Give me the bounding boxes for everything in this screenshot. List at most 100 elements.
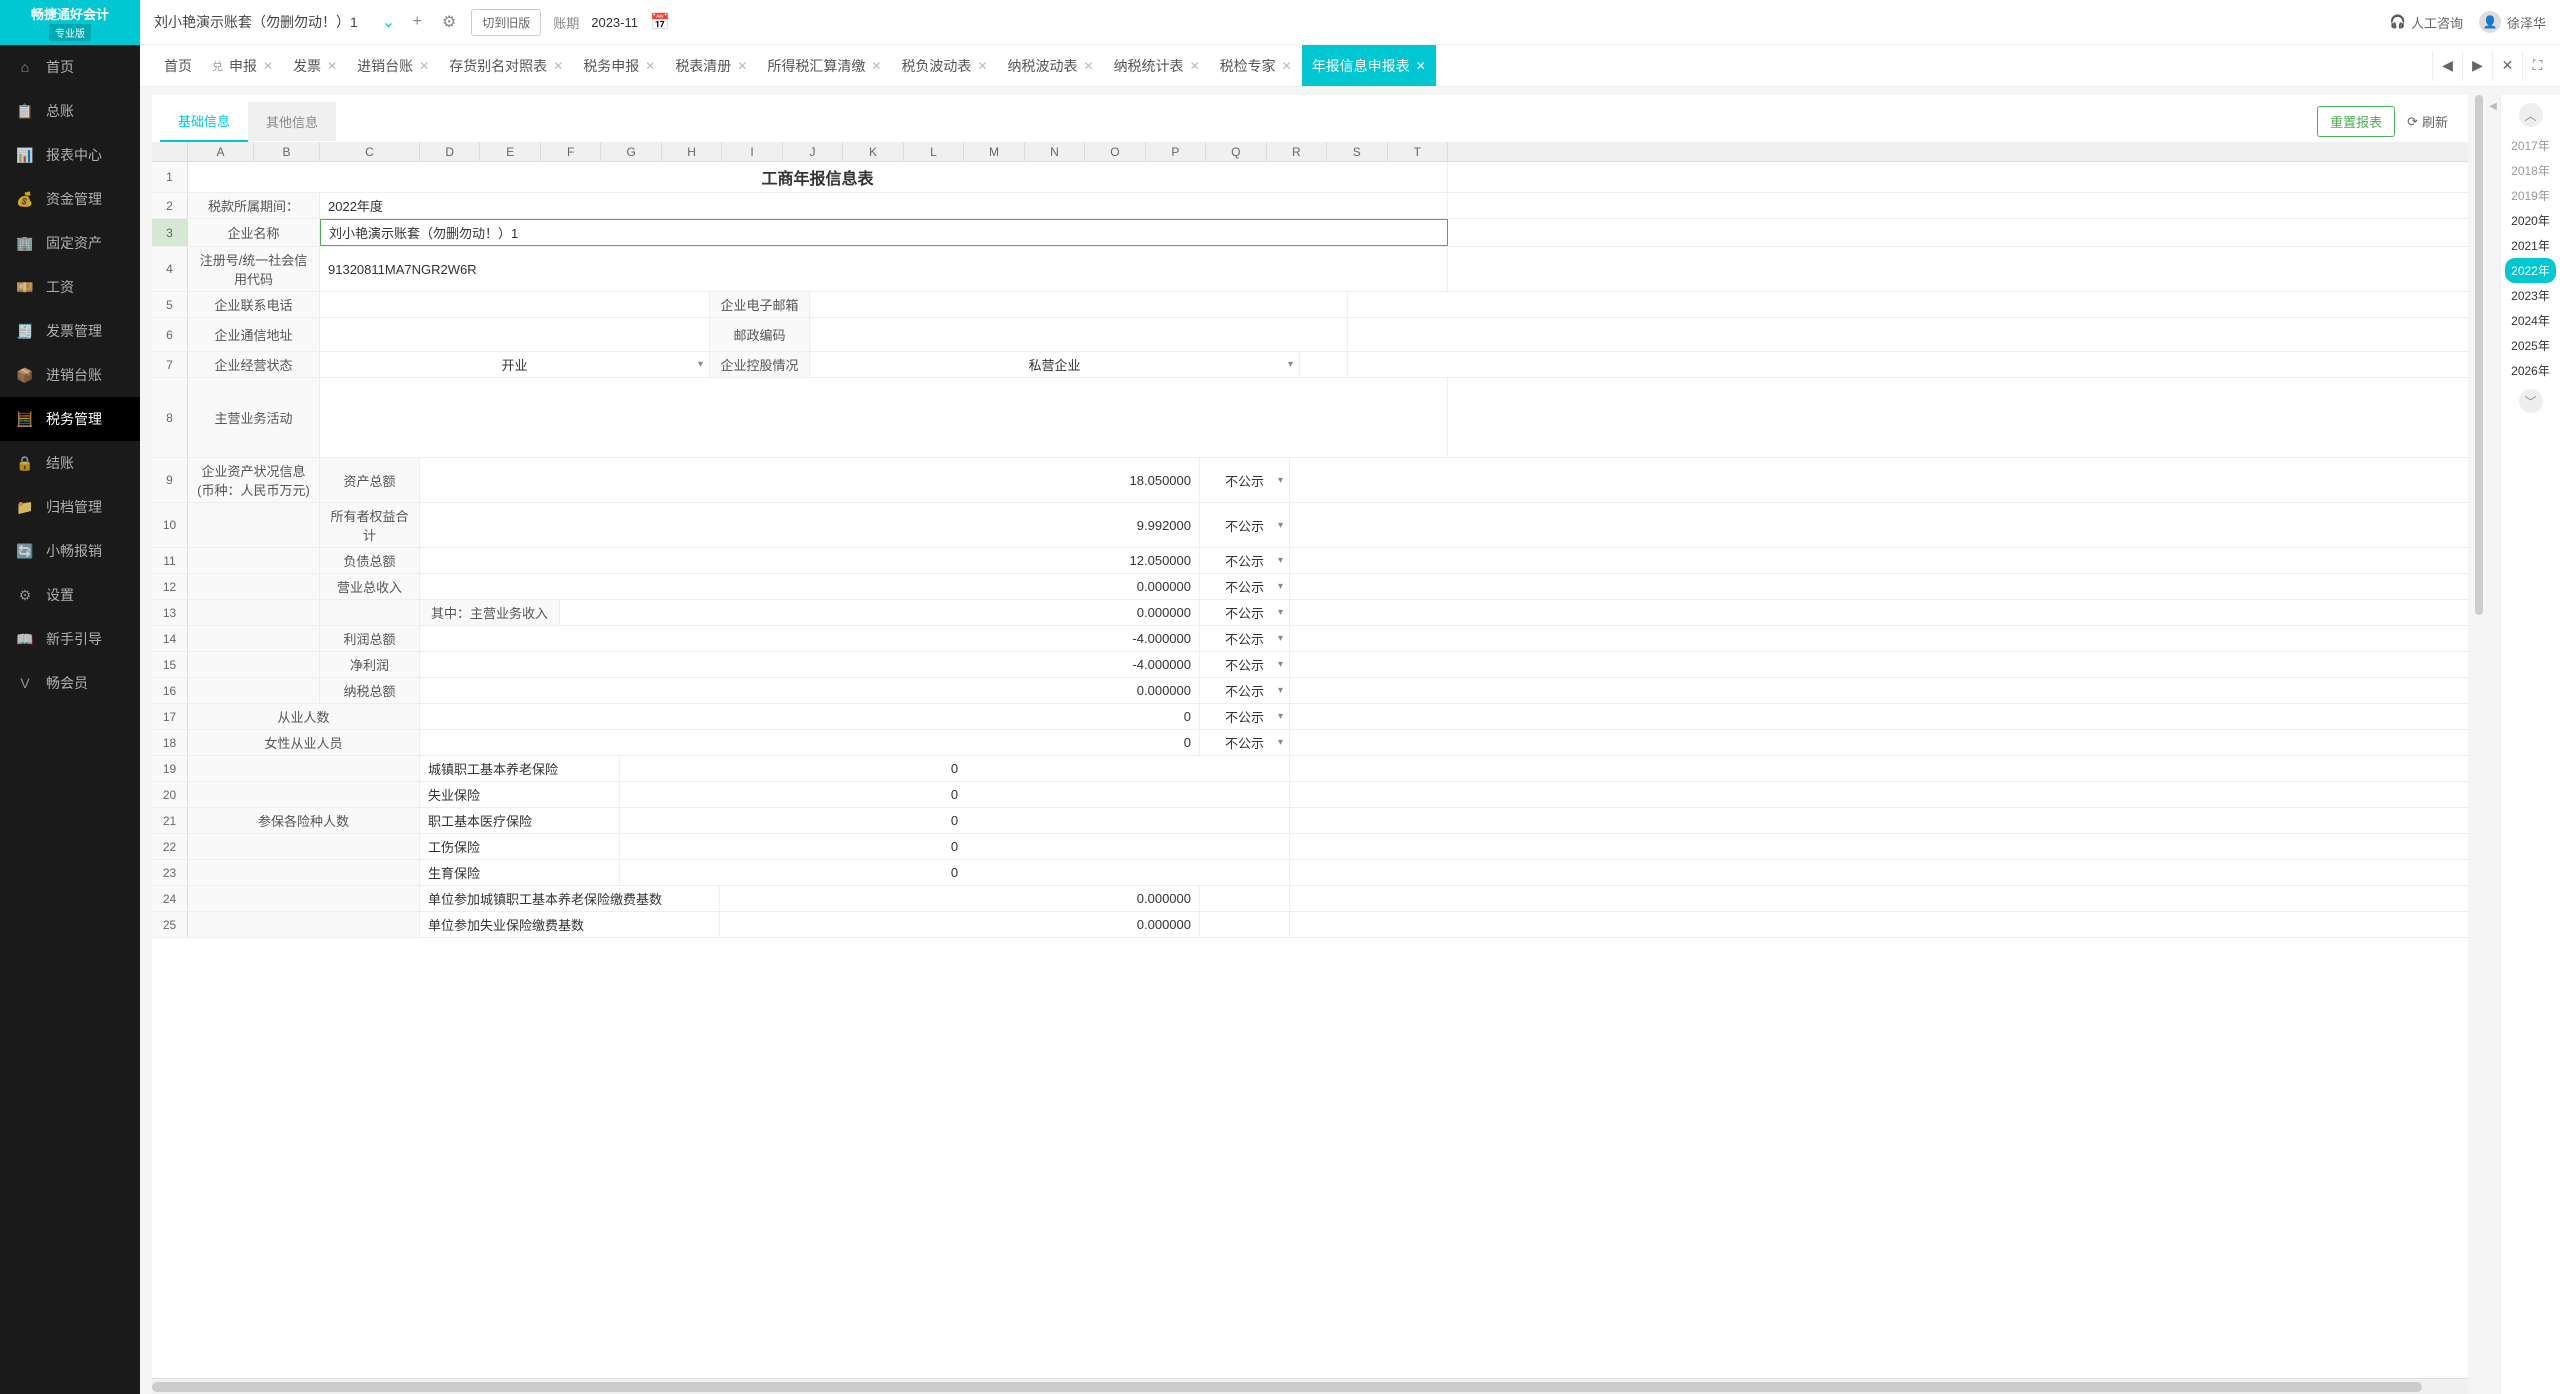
tab[interactable]: 税务申报✕ (573, 45, 665, 86)
fin-value[interactable]: 18.050000 (420, 458, 1200, 502)
publish-dropdown[interactable]: 不公示 (1200, 626, 1290, 651)
period-value[interactable]: 2023-11 (591, 15, 638, 30)
close-icon[interactable]: ✕ (553, 59, 563, 73)
row-number[interactable]: 24 (152, 886, 188, 911)
insurance-value[interactable]: 0 (620, 808, 1290, 833)
col-header-cell[interactable]: F (541, 142, 601, 161)
tab[interactable]: 存货别名对照表✕ (439, 45, 573, 86)
period-value[interactable]: 2022年度 (320, 193, 1448, 218)
tab[interactable]: 首页 (154, 45, 202, 86)
row-number[interactable]: 19 (152, 756, 188, 781)
insurance-value[interactable]: 0 (620, 782, 1290, 807)
publish-dropdown[interactable]: 不公示 (1200, 730, 1290, 755)
row-number[interactable]: 11 (152, 548, 188, 573)
nav-item-home[interactable]: ⌂首页 (0, 45, 140, 89)
col-header-cell[interactable]: T (1388, 142, 1448, 161)
year-item[interactable]: 2023年 (2505, 283, 2556, 308)
publish-dropdown[interactable]: 不公示 (1200, 652, 1290, 677)
row-number[interactable]: 1 (152, 162, 188, 192)
col-header-cell[interactable]: J (783, 142, 843, 161)
account-selector[interactable]: 刘小艳演示账套（勿删勿动！）1 ⌄ (154, 12, 395, 32)
employees-value[interactable]: 0 (420, 704, 1200, 729)
postal-value[interactable] (810, 318, 1348, 351)
fin-value[interactable]: -4.000000 (420, 652, 1200, 677)
logo[interactable]: 畅捷通好会计 专业版 (0, 0, 140, 45)
vertical-scrollbar[interactable] (2472, 95, 2486, 1394)
base-value[interactable]: 0.000000 (720, 912, 1200, 937)
col-header-cell[interactable]: L (904, 142, 964, 161)
publish-dropdown[interactable]: 不公示 (1200, 503, 1290, 547)
addr-value[interactable] (320, 318, 710, 351)
close-icon[interactable]: ✕ (871, 59, 881, 73)
nav-item-archive[interactable]: 📁归档管理 (0, 485, 140, 529)
fullscreen-icon[interactable]: ⛶ (2522, 51, 2552, 81)
row-number[interactable]: 8 (152, 378, 188, 457)
close-icon[interactable]: ✕ (977, 59, 987, 73)
year-item[interactable]: 2017年 (2505, 133, 2556, 158)
consult-button[interactable]: 🎧 人工咨询 (2390, 13, 2463, 32)
publish-dropdown[interactable]: 不公示 (1200, 600, 1290, 625)
col-header-cell[interactable]: N (1025, 142, 1085, 161)
spreadsheet[interactable]: ABCDEFGHIJKLMNOPQRST 1工商年报信息表2税款所属期间：202… (152, 142, 2468, 1378)
fin-value[interactable]: 12.050000 (420, 548, 1200, 573)
nav-item-settings[interactable]: ⚙设置 (0, 573, 140, 617)
publish-dropdown[interactable]: 不公示 (1200, 678, 1290, 703)
row-number[interactable]: 20 (152, 782, 188, 807)
row-number[interactable]: 2 (152, 193, 188, 218)
year-item[interactable]: 2022年 (2505, 258, 2556, 283)
row-number[interactable]: 7 (152, 352, 188, 377)
user-menu[interactable]: 👤 徐泽华 (2479, 11, 2546, 33)
tab[interactable]: 税检专家✕ (1210, 45, 1302, 86)
col-header-cell[interactable]: A (188, 142, 254, 161)
close-icon[interactable]: ✕ (645, 59, 655, 73)
col-header-cell[interactable]: M (964, 142, 1024, 161)
row-number[interactable]: 23 (152, 860, 188, 885)
tab[interactable]: 纳税统计表✕ (1104, 45, 1210, 86)
close-icon[interactable]: ✕ (263, 59, 273, 73)
tab[interactable]: 发票✕ (283, 45, 347, 86)
year-item[interactable]: 2020年 (2505, 208, 2556, 233)
fin-value[interactable]: 0.000000 (420, 678, 1200, 703)
row-number[interactable]: 14 (152, 626, 188, 651)
panel-handle[interactable]: ◀ (2486, 95, 2500, 1394)
nav-item-asset[interactable]: 🏢固定资产 (0, 221, 140, 265)
year-item[interactable]: 2021年 (2505, 233, 2556, 258)
nav-item-fund[interactable]: 💰资金管理 (0, 177, 140, 221)
year-item[interactable]: 2025年 (2505, 333, 2556, 358)
row-number[interactable]: 10 (152, 503, 188, 547)
add-icon[interactable]: + (407, 12, 427, 32)
nav-item-vip[interactable]: V畅会员 (0, 661, 140, 705)
year-up-icon[interactable]: ︿ (2519, 103, 2543, 127)
activity-value[interactable] (320, 378, 1448, 457)
col-header-cell[interactable]: H (662, 142, 722, 161)
holding-dropdown[interactable]: 私营企业 (810, 352, 1300, 377)
row-number[interactable]: 15 (152, 652, 188, 677)
col-header-cell[interactable]: S (1327, 142, 1387, 161)
status-dropdown[interactable]: 开业 (320, 352, 710, 377)
close-icon[interactable]: ✕ (419, 59, 429, 73)
refresh-button[interactable]: ⟳ 刷新 (2407, 112, 2448, 131)
nav-item-close[interactable]: 🔒结账 (0, 441, 140, 485)
col-header-cell[interactable]: B (254, 142, 320, 161)
nav-item-chart[interactable]: 📊报表中心 (0, 133, 140, 177)
calendar-icon[interactable]: 📅 (650, 12, 670, 32)
year-item[interactable]: 2026年 (2505, 358, 2556, 383)
gear-icon[interactable]: ⚙ (439, 12, 459, 32)
year-item[interactable]: 2018年 (2505, 158, 2556, 183)
tab[interactable]: 进销台账✕ (347, 45, 439, 86)
row-number[interactable]: 5 (152, 292, 188, 317)
fin-value[interactable]: -4.000000 (420, 626, 1200, 651)
col-header-cell[interactable]: E (480, 142, 540, 161)
nav-item-guide[interactable]: 📖新手引导 (0, 617, 140, 661)
tab-close-all-icon[interactable]: ✕ (2492, 51, 2522, 81)
row-number[interactable]: 21 (152, 808, 188, 833)
row-number[interactable]: 18 (152, 730, 188, 755)
publish-dropdown[interactable]: 不公示 (1200, 548, 1290, 573)
insurance-value[interactable]: 0 (620, 756, 1290, 781)
col-header-cell[interactable]: R (1267, 142, 1327, 161)
sub-tab-basic[interactable]: 基础信息 (160, 101, 248, 142)
sub-tab-other[interactable]: 其他信息 (248, 102, 336, 141)
tab[interactable]: 兑申报✕ (202, 45, 283, 86)
col-header-cell[interactable]: G (601, 142, 661, 161)
nav-item-invoice[interactable]: 🧾发票管理 (0, 309, 140, 353)
